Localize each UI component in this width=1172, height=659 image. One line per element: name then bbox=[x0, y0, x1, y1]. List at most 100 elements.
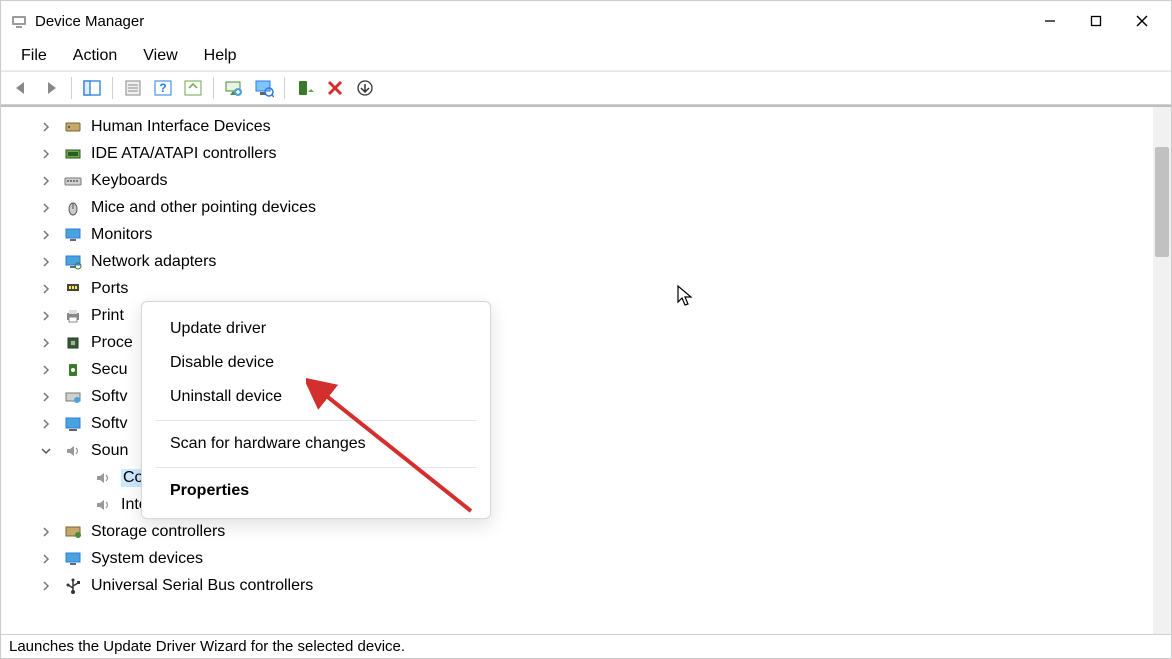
tree-item-label: Print bbox=[91, 307, 124, 325]
svg-text:?: ? bbox=[159, 81, 166, 95]
tree-item[interactable]: Storage controllers bbox=[41, 518, 1153, 545]
menubar: File Action View Help bbox=[1, 41, 1171, 71]
network-icon bbox=[63, 252, 83, 272]
speaker-icon bbox=[93, 468, 113, 488]
menu-view[interactable]: View bbox=[131, 43, 189, 69]
tree-item-label: System devices bbox=[91, 550, 203, 568]
menu-file[interactable]: File bbox=[9, 43, 59, 69]
chevron-right-icon[interactable] bbox=[41, 257, 55, 267]
toolbar-separator bbox=[71, 77, 72, 99]
vertical-scrollbar[interactable] bbox=[1153, 107, 1171, 634]
tree-item[interactable]: System devices bbox=[41, 545, 1153, 572]
tree-pane-icon bbox=[83, 79, 101, 97]
hid-icon bbox=[63, 117, 83, 137]
toolbar-separator bbox=[284, 77, 285, 99]
context-menu-item[interactable]: Disable device bbox=[142, 346, 490, 380]
tree-item-label: Storage controllers bbox=[91, 523, 225, 541]
security-icon bbox=[63, 360, 83, 380]
system-icon bbox=[63, 549, 83, 569]
device-manager-window: Device Manager File Action View Help ? H… bbox=[0, 0, 1172, 659]
ports-icon bbox=[63, 279, 83, 299]
chevron-right-icon[interactable] bbox=[41, 554, 55, 564]
chevron-right-icon[interactable] bbox=[41, 203, 55, 213]
tree-item[interactable]: Mice and other pointing devices bbox=[41, 194, 1153, 221]
menu-help[interactable]: Help bbox=[192, 43, 249, 69]
tree-item-label: Ports bbox=[91, 280, 128, 298]
show-hide-tree-button[interactable] bbox=[78, 74, 106, 102]
uninstall-device-button[interactable] bbox=[321, 74, 349, 102]
tree-item[interactable]: Ports bbox=[41, 275, 1153, 302]
close-button[interactable] bbox=[1119, 5, 1165, 37]
chevron-right-icon[interactable] bbox=[41, 419, 55, 429]
chevron-right-icon[interactable] bbox=[41, 176, 55, 186]
minimize-button[interactable] bbox=[1027, 5, 1073, 37]
properties-icon bbox=[124, 79, 142, 97]
software-dev-icon bbox=[63, 414, 83, 434]
tree-item-label: Softv bbox=[91, 415, 127, 433]
scrollbar-thumb[interactable] bbox=[1155, 147, 1169, 257]
cpu-icon bbox=[63, 333, 83, 353]
forward-button[interactable] bbox=[37, 74, 65, 102]
add-legacy-button[interactable] bbox=[351, 74, 379, 102]
context-menu-item[interactable]: Uninstall device bbox=[142, 380, 490, 414]
context-menu-separator bbox=[156, 420, 476, 421]
tree-item-label: Universal Serial Bus controllers bbox=[91, 577, 313, 595]
storage-icon bbox=[63, 522, 83, 542]
tree-item[interactable]: Universal Serial Bus controllers bbox=[41, 572, 1153, 599]
chevron-right-icon[interactable] bbox=[41, 122, 55, 132]
chevron-right-icon[interactable] bbox=[41, 284, 55, 294]
menu-action[interactable]: Action bbox=[61, 43, 129, 69]
context-menu-item[interactable]: Properties bbox=[142, 474, 490, 508]
tree-item[interactable]: Human Interface Devices bbox=[41, 113, 1153, 140]
back-button[interactable] bbox=[7, 74, 35, 102]
chevron-right-icon[interactable] bbox=[41, 338, 55, 348]
tree-item[interactable]: Monitors bbox=[41, 221, 1153, 248]
toolbar-separator bbox=[112, 77, 113, 99]
tree-item-label: Human Interface Devices bbox=[91, 118, 271, 136]
context-menu: Update driverDisable deviceUninstall dev… bbox=[141, 301, 491, 519]
context-menu-separator bbox=[156, 467, 476, 468]
toolbar-separator bbox=[213, 77, 214, 99]
action-options-icon bbox=[184, 79, 202, 97]
titlebar: Device Manager bbox=[1, 1, 1171, 41]
chevron-right-icon[interactable] bbox=[41, 230, 55, 240]
mouse-icon bbox=[63, 198, 83, 218]
tree-item[interactable]: IDE ATA/ATAPI controllers bbox=[41, 140, 1153, 167]
update-driver-button[interactable] bbox=[220, 74, 248, 102]
tree-item-label: Soun bbox=[91, 442, 128, 460]
tree-item-label: Network adapters bbox=[91, 253, 216, 271]
statusbar-text: Launches the Update Driver Wizard for th… bbox=[9, 638, 405, 655]
chevron-right-icon[interactable] bbox=[41, 392, 55, 402]
app-icon bbox=[11, 13, 27, 29]
chevron-right-icon[interactable] bbox=[41, 365, 55, 375]
forward-icon bbox=[42, 79, 60, 97]
context-menu-item[interactable]: Scan for hardware changes bbox=[142, 427, 490, 461]
tree-item-label: Proce bbox=[91, 334, 133, 352]
help-button[interactable]: ? bbox=[149, 74, 177, 102]
context-menu-item[interactable]: Update driver bbox=[142, 312, 490, 346]
chevron-right-icon[interactable] bbox=[41, 581, 55, 591]
statusbar: Launches the Update Driver Wizard for th… bbox=[1, 634, 1171, 658]
enable-device-button[interactable] bbox=[291, 74, 319, 102]
ide-icon bbox=[63, 144, 83, 164]
enable-device-icon bbox=[296, 79, 314, 97]
tree-item-label: Secu bbox=[91, 361, 127, 379]
chevron-down-icon[interactable] bbox=[41, 446, 55, 456]
action-options-button[interactable] bbox=[179, 74, 207, 102]
update-driver-icon bbox=[224, 78, 244, 98]
tree-item-label: Softv bbox=[91, 388, 127, 406]
printer-icon bbox=[63, 306, 83, 326]
chevron-right-icon[interactable] bbox=[41, 527, 55, 537]
chevron-right-icon[interactable] bbox=[41, 149, 55, 159]
scan-hardware-button[interactable] bbox=[250, 74, 278, 102]
scan-hardware-icon bbox=[254, 78, 274, 98]
tree-item[interactable]: Network adapters bbox=[41, 248, 1153, 275]
tree-item[interactable]: Keyboards bbox=[41, 167, 1153, 194]
monitor-icon bbox=[63, 225, 83, 245]
uninstall-device-icon bbox=[326, 79, 344, 97]
chevron-right-icon[interactable] bbox=[41, 311, 55, 321]
maximize-button[interactable] bbox=[1073, 5, 1119, 37]
properties-button[interactable] bbox=[119, 74, 147, 102]
tree-item-label: Monitors bbox=[91, 226, 152, 244]
tree-item-label: Keyboards bbox=[91, 172, 168, 190]
